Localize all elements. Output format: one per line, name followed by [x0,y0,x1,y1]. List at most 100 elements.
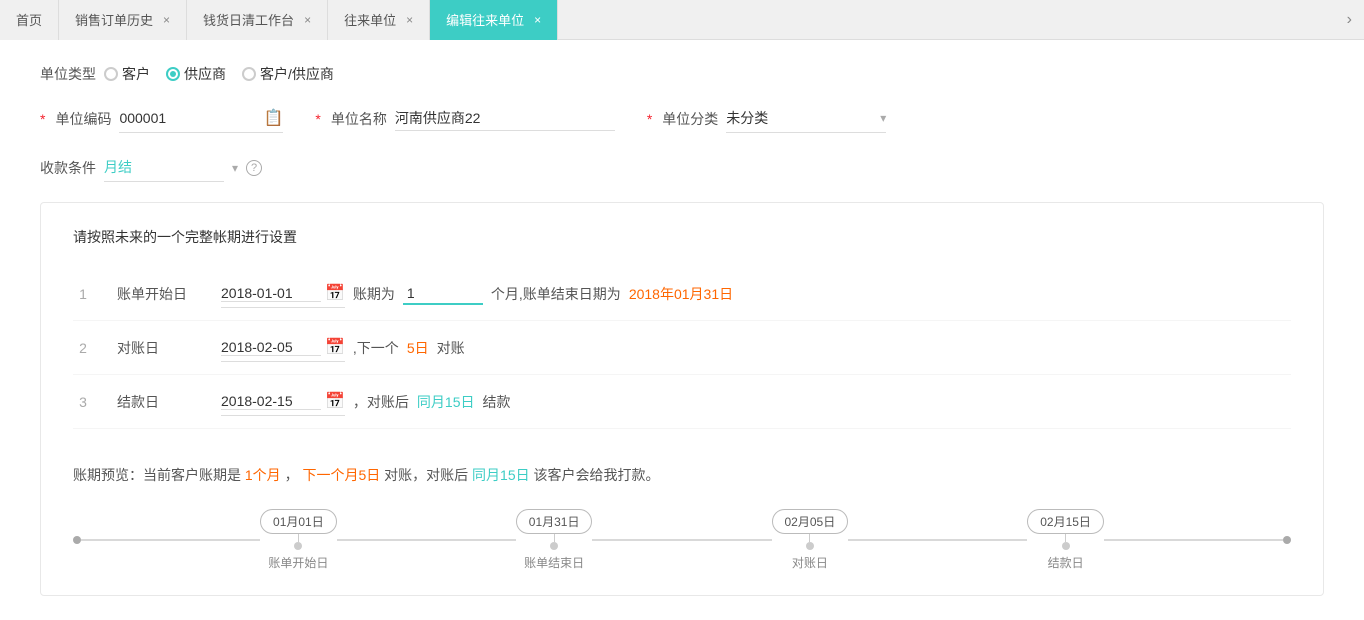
tab-sales-history[interactable]: 销售订单历史 × [59,0,187,40]
tab-counterpart-close[interactable]: × [406,13,413,27]
payment-help-icon[interactable]: ? [246,160,262,176]
radio-customer-circle [104,67,118,81]
tl-node-3-label: 对账日 [792,554,828,571]
payment-select-group: 月结 ▾ [104,153,238,182]
name-label: 单位名称 [331,109,387,129]
main-content: 单位类型 客户 供应商 客户/供应商 * 单位编码 [0,40,1364,620]
step-1-label: 账单开始日 [117,284,197,304]
tl-node-3-badge: 02月05日 [772,509,849,534]
timeline-container: 01月01日 账单开始日 01月31日 账单结束日 02月05日 [73,509,1291,571]
tab-edit-counterpart-label: 编辑往来单位 [446,10,524,29]
step-2-highlight: 5日 [407,338,429,358]
step-2-suffix: 对账 [437,338,465,358]
timeline-start-dot [73,536,81,544]
tab-counterpart-label: 往来单位 [344,10,396,29]
code-label: 单位编码 [55,109,111,129]
tl-seg-3 [848,539,1027,541]
preview-mid: 对账，对账后 [384,467,468,483]
step-2-input-area: 📅 ,下一个 5日 对账 [221,333,1291,362]
preview-section: 账期预览：当前客户账期是 1个月 ， 下一个月5日 对账，对账后 同月15日 该… [73,449,1291,571]
category-group: * 单位分类 未分类 ▾ [647,104,886,133]
name-required: * [315,111,320,127]
category-arrow-icon: ▾ [880,111,886,125]
tab-daily-work[interactable]: 钱货日清工作台 × [187,0,328,40]
preview-teal: 同月15日 [472,467,530,483]
code-group: * 单位编码 📋 [40,104,283,133]
tl-node-1: 01月01日 账单开始日 [260,509,337,571]
tab-sales-history-label: 销售订单历史 [75,10,153,29]
step-1-suffix: 个月,账单结束日期为 [491,284,621,304]
step-1-input-area: 📅 账期为 个月,账单结束日期为 2018年01月31日 [221,279,1291,308]
step-2-date-wrapper: 📅 [221,333,345,362]
name-group: * 单位名称 [315,106,614,131]
radio-both[interactable]: 客户/供应商 [242,64,334,84]
step-3-highlight: 同月15日 [417,392,475,412]
code-name-row: * 单位编码 📋 * 单位名称 * 单位分类 未分类 ▾ [40,104,1324,133]
step-1-calendar-icon[interactable]: 📅 [325,283,345,303]
tl-node-4-badge: 02月15日 [1027,509,1104,534]
tl-node-2-dot [550,542,558,550]
step-2-date-input[interactable] [221,339,321,356]
radio-customer[interactable]: 客户 [104,64,150,84]
tl-node-1-badge: 01月01日 [260,509,337,534]
payment-dropdown-arrow[interactable]: ▾ [232,161,238,175]
step-1-date-wrapper: 📅 [221,279,345,308]
payment-value[interactable]: 月结 [104,153,224,182]
tl-node-3-dot [806,542,814,550]
step-3-calendar-icon[interactable]: 📅 [325,391,345,411]
code-required: * [40,111,45,127]
radio-both-circle [242,67,256,81]
unit-type-label: 单位类型 [40,64,96,84]
tl-seg-1 [337,539,516,541]
step-1-month-input[interactable] [403,283,483,305]
panel-title: 请按照未来的一个完整帐期进行设置 [73,227,1291,247]
tab-daily-work-close[interactable]: × [304,13,311,27]
step-2-label: 对账日 [117,338,197,358]
preview-1month: 1个月 [245,467,281,483]
tl-node-2-label: 账单结束日 [524,554,584,571]
category-select[interactable]: 未分类 ▾ [726,104,886,133]
step-3-input-area: 📅 ，对账后 同月15日 结款 [221,387,1291,416]
settings-panel: 请按照未来的一个完整帐期进行设置 1 账单开始日 📅 账期为 个月,账单结束日期… [40,202,1324,596]
radio-both-label: 客户/供应商 [260,64,334,84]
step-2-prefix: ,下一个 [353,338,399,358]
step-3-suffix: 结款 [483,392,511,412]
tl-node-4-label: 结款日 [1048,554,1084,571]
radio-supplier-label: 供应商 [184,64,226,84]
tab-home[interactable]: 首页 [0,0,59,40]
category-required: * [647,111,652,127]
step-3-date-input[interactable] [221,393,321,410]
tab-home-label: 首页 [16,10,42,29]
radio-supplier[interactable]: 供应商 [166,64,226,84]
preview-label: 账期预览：当前客户账期是 [73,467,241,483]
payment-label: 收款条件 [40,158,96,178]
code-input[interactable] [119,110,259,126]
category-label: 单位分类 [662,109,718,129]
tab-counterpart[interactable]: 往来单位 × [328,0,430,40]
step-3-row: 3 结款日 📅 ，对账后 同月15日 结款 [73,375,1291,429]
step-3-num: 3 [73,394,93,410]
step-1-date-input[interactable] [221,285,321,302]
tl-node-1-dot [294,542,302,550]
tab-sales-history-close[interactable]: × [163,13,170,27]
tl-seg-0 [81,539,260,541]
tl-node-4: 02月15日 结款日 [1027,509,1104,571]
tl-node-4-stem [1065,534,1066,542]
tab-daily-work-label: 钱货日清工作台 [203,10,294,29]
name-input[interactable] [395,106,615,131]
step-1-num: 1 [73,286,93,302]
tl-node-3: 02月05日 对账日 [772,509,849,571]
unit-type-row: 单位类型 客户 供应商 客户/供应商 [40,64,1324,84]
tab-expand-icon[interactable]: › [1335,11,1364,29]
payment-group: 收款条件 月结 ▾ ? [40,153,262,182]
tl-seg-4 [1104,539,1283,541]
tab-edit-counterpart-close[interactable]: × [534,13,541,27]
preview-comma: ， [285,467,299,483]
code-calendar-icon[interactable]: 📋 [263,108,283,128]
step-2-calendar-icon[interactable]: 📅 [325,337,345,357]
preview-text-row: 账期预览：当前客户账期是 1个月 ， 下一个月5日 对账，对账后 同月15日 该… [73,465,1291,485]
tl-node-1-stem [298,534,299,542]
tab-bar: 首页 销售订单历史 × 钱货日清工作台 × 往来单位 × 编辑往来单位 × › [0,0,1364,40]
tab-edit-counterpart[interactable]: 编辑往来单位 × [430,0,558,40]
tl-node-3-stem [809,534,810,542]
